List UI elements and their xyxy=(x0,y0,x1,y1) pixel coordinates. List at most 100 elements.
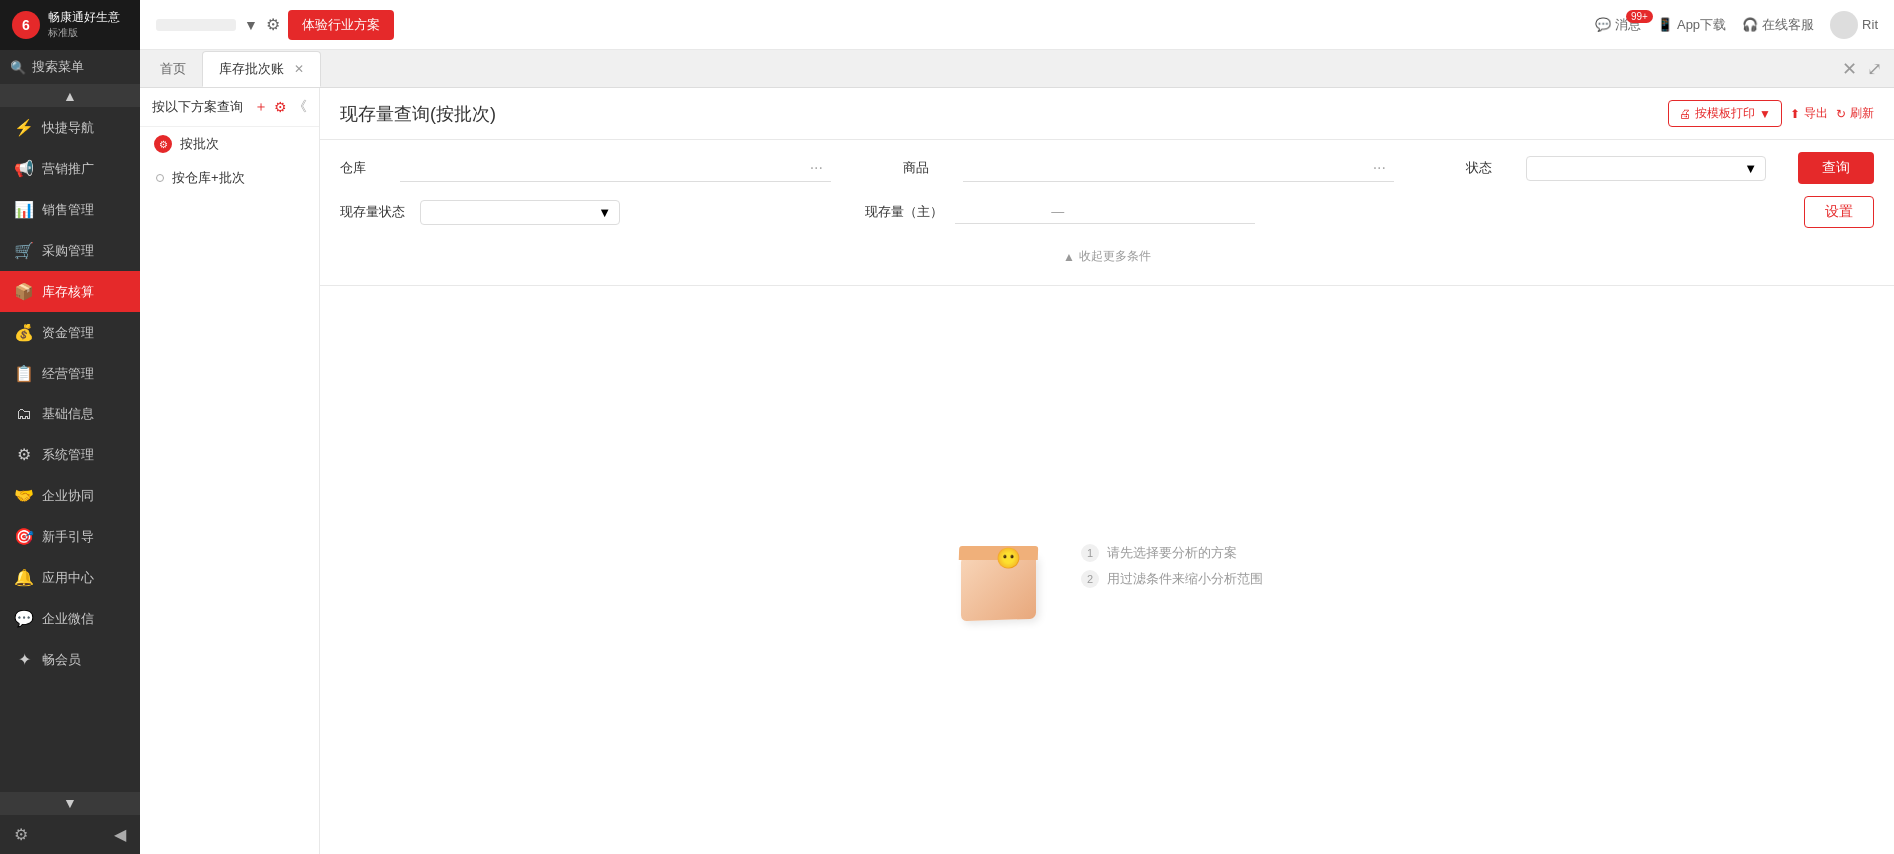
print-dropdown-icon[interactable]: ▼ xyxy=(1759,107,1771,121)
sidebar-item-shortcut[interactable]: ⚡快捷导航 xyxy=(0,107,140,148)
sidebar-item-finance[interactable]: 💰资金管理 xyxy=(0,312,140,353)
scheme-header-label: 按以下方案查询 xyxy=(152,98,243,116)
sidebar-label-enterprise: 企业协同 xyxy=(42,487,94,505)
tabbar: 首页 库存批次账 ✕ ✕ ⤢ xyxy=(140,50,1894,88)
sidebar-label-marketing: 营销推广 xyxy=(42,160,94,178)
sales-icon: 📊 xyxy=(14,200,34,219)
stock-qty-min[interactable] xyxy=(963,204,1043,219)
left-panel-actions: ＋ ⚙ 《 xyxy=(254,98,307,116)
scheme-item-batch[interactable]: ⚙ 按批次 xyxy=(140,127,319,161)
topbar-left: ▼ ⚙ 体验行业方案 xyxy=(156,10,1583,40)
sidebar-label-appstore: 应用中心 xyxy=(42,569,94,587)
newbie-icon: 🎯 xyxy=(14,527,34,546)
operation-icon: 📋 xyxy=(14,364,34,383)
breadcrumb-placeholder xyxy=(156,19,236,31)
member-icon: ✦ xyxy=(14,650,34,669)
filter-warehouse: 仓库 ··· xyxy=(340,155,831,182)
sidebar-item-enterprise[interactable]: 🤝企业协同 xyxy=(0,475,140,516)
tab-home-label: 首页 xyxy=(160,60,186,78)
inventory-icon: 📦 xyxy=(14,282,34,301)
sidebar-item-purchase[interactable]: 🛒采购管理 xyxy=(0,230,140,271)
sidebar-search[interactable]: 🔍 搜索菜单 xyxy=(0,50,140,85)
sidebar-item-newbie[interactable]: 🎯 新手引导 xyxy=(0,516,140,557)
page-content: 按以下方案查询 ＋ ⚙ 《 ⚙ 按批次 按仓库+批次 现存量查询(按批次) xyxy=(140,88,1894,854)
sidebar-label-member: 畅会员 xyxy=(42,651,81,669)
scheme-settings-icon[interactable]: ⚙ xyxy=(274,99,287,115)
export-icon: ⬆ xyxy=(1790,107,1800,121)
sidebar-item-system[interactable]: ⚙ 系统管理 xyxy=(0,434,140,475)
stock-qty-label: 现存量（主） xyxy=(865,203,955,221)
print-icon: 🖨 xyxy=(1679,107,1691,121)
product-input[interactable]: ··· xyxy=(963,155,1394,182)
sidebar-item-operation[interactable]: 📋经营管理 xyxy=(0,353,140,394)
hint2-num: 2 xyxy=(1081,570,1099,588)
query-btn[interactable]: 查询 xyxy=(1798,152,1874,184)
sidebar-item-sales[interactable]: 📊销售管理 xyxy=(0,189,140,230)
topbar-dropdown-icon[interactable]: ▼ xyxy=(244,17,258,33)
sidebar-scroll-up[interactable]: ▲ xyxy=(0,85,140,107)
sidebar-item-basic[interactable]: 🗂 基础信息 xyxy=(0,394,140,434)
scheme-warehouse-dot xyxy=(156,174,164,182)
sidebar-item-wechat[interactable]: 💬企业微信 xyxy=(0,598,140,639)
system-icon: ⚙ xyxy=(14,445,34,464)
app-subtitle: 标准版 xyxy=(48,26,120,40)
message-icon: 💬 xyxy=(1595,17,1611,32)
sidebar-scroll-down[interactable]: ▼ xyxy=(0,792,140,814)
stock-status-dropdown-icon: ▼ xyxy=(598,205,611,220)
expand-btn[interactable]: ⤢ xyxy=(1867,58,1890,80)
sidebar-nav: ⚡快捷导航📢营销推广📊销售管理🛒采购管理📦库存核算💰资金管理📋经营管理 🗂 基础信息… xyxy=(0,107,140,792)
add-scheme-icon[interactable]: ＋ xyxy=(254,98,268,116)
settings-btn[interactable]: 设置 xyxy=(1804,196,1874,228)
topbar-right: 💬 消息 99+ 📱 App下载 🎧 在线客服 Rit xyxy=(1595,11,1878,39)
print-btn[interactable]: 🖨 按模板打印 ▼ xyxy=(1668,100,1782,127)
sidebar-item-member[interactable]: ✦ 畅会员 xyxy=(0,639,140,680)
collapse-up-icon: ▲ xyxy=(1063,250,1075,264)
tab-batch-close[interactable]: ✕ xyxy=(294,62,304,76)
collapse-filters[interactable]: ▲ 收起更多条件 xyxy=(340,240,1874,273)
collapse-sidebar-icon[interactable]: ◀ xyxy=(114,825,126,844)
right-panel: 现存量查询(按批次) 🖨 按模板打印 ▼ ⬆ 导出 ↻ 刷新 xyxy=(320,88,1894,854)
stock-status-select[interactable]: ▼ xyxy=(420,200,620,225)
sidebar-item-inventory[interactable]: 📦库存核算 xyxy=(0,271,140,312)
scheme-batch-icon: ⚙ xyxy=(154,135,172,153)
sidebar-label-system: 系统管理 xyxy=(42,446,94,464)
experience-btn[interactable]: 体验行业方案 xyxy=(288,10,394,40)
topbar-settings-icon[interactable]: ⚙ xyxy=(266,15,280,34)
query-actions: 查询 xyxy=(1798,152,1874,184)
export-btn[interactable]: ⬆ 导出 xyxy=(1790,105,1828,122)
topbar: ▼ ⚙ 体验行业方案 💬 消息 99+ 📱 App下载 🎧 在线客服 Rit xyxy=(140,0,1894,50)
stock-status-label: 现存量状态 xyxy=(340,203,420,221)
titlebar-actions: 🖨 按模板打印 ▼ ⬆ 导出 ↻ 刷新 xyxy=(1668,100,1874,127)
finance-icon: 💰 xyxy=(14,323,34,342)
filter-stock-qty: 现存量（主） — xyxy=(865,200,1318,224)
sidebar-item-appstore[interactable]: 🔔应用中心 xyxy=(0,557,140,598)
stock-qty-max[interactable] xyxy=(1072,204,1152,219)
tab-batch[interactable]: 库存批次账 ✕ xyxy=(202,51,321,87)
app-logo: 6 xyxy=(12,11,40,39)
messages-btn[interactable]: 💬 消息 99+ xyxy=(1595,16,1641,34)
tab-home[interactable]: 首页 xyxy=(144,52,202,86)
user-btn[interactable]: Rit xyxy=(1830,11,1878,39)
sidebar-label-basic: 基础信息 xyxy=(42,405,94,423)
range-separator: — xyxy=(1051,204,1064,219)
scheme-batch-label: 按批次 xyxy=(180,135,219,153)
warehouse-dots[interactable]: ··· xyxy=(810,159,823,177)
close-panel-btn[interactable]: ✕ xyxy=(1832,58,1867,80)
refresh-icon: ↻ xyxy=(1836,107,1846,121)
app-download-btn[interactable]: 📱 App下载 xyxy=(1657,16,1726,34)
product-dots[interactable]: ··· xyxy=(1373,159,1386,177)
warehouse-input[interactable]: ··· xyxy=(400,155,831,182)
settings-icon[interactable]: ⚙ xyxy=(14,825,28,844)
sidebar-label-newbie: 新手引导 xyxy=(42,528,94,546)
scheme-item-warehouse-batch[interactable]: 按仓库+批次 xyxy=(140,161,319,195)
filter-area: 仓库 ··· 商品 ··· xyxy=(320,140,1894,286)
refresh-btn[interactable]: ↻ 刷新 xyxy=(1836,105,1874,122)
sidebar-label-purchase: 采购管理 xyxy=(42,242,94,260)
empty-text-block: 1 请先选择要分析的方案 2 用过滤条件来缩小分析范围 xyxy=(1081,544,1263,596)
sidebar-item-marketing[interactable]: 📢营销推广 xyxy=(0,148,140,189)
status-select[interactable]: ▼ xyxy=(1526,156,1766,181)
left-panel-collapse-icon[interactable]: 《 xyxy=(293,98,307,116)
basic-icon: 🗂 xyxy=(14,405,34,423)
service-btn[interactable]: 🎧 在线客服 xyxy=(1742,16,1814,34)
stock-qty-range: — xyxy=(955,200,1255,224)
